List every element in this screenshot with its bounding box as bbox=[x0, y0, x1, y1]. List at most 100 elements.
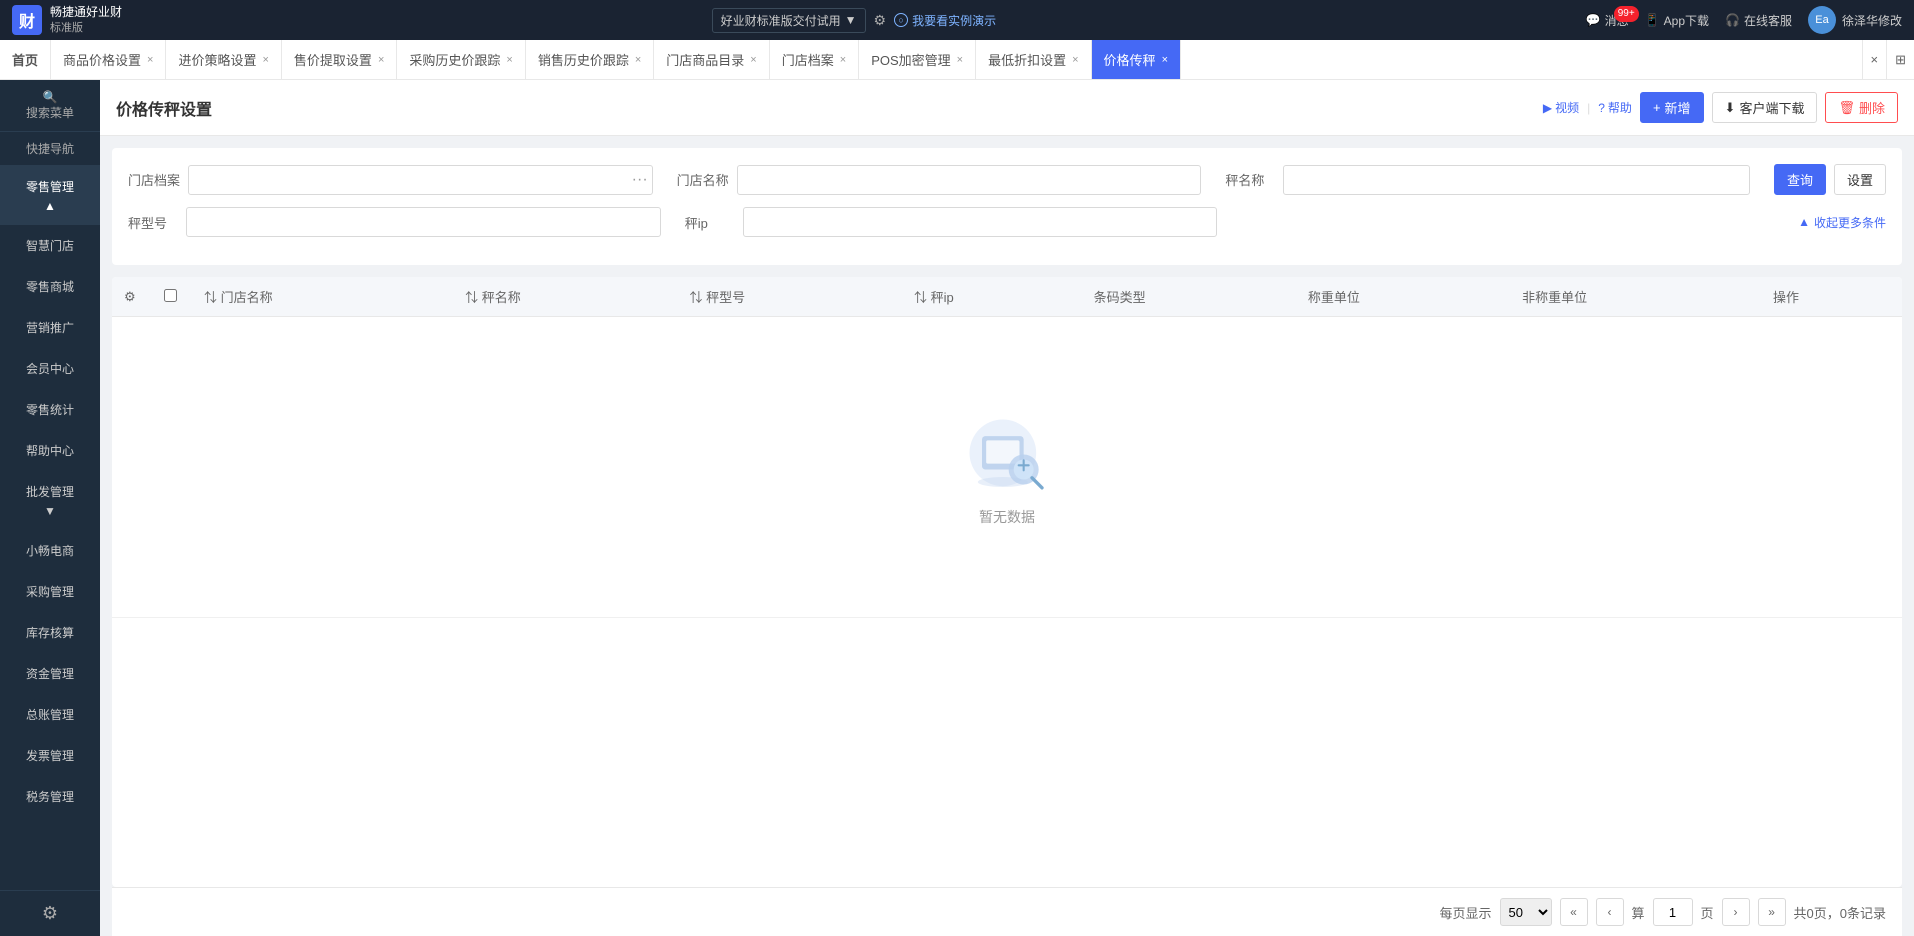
sidebar-item-member[interactable]: 会员中心 bbox=[0, 348, 100, 389]
tab-store-profile[interactable]: 门店档案 × bbox=[770, 40, 859, 80]
question-icon: ? bbox=[1598, 101, 1605, 115]
settings-btn[interactable]: 设置 bbox=[1834, 164, 1886, 195]
sidebar-item-help[interactable]: 帮助中心 bbox=[0, 430, 100, 471]
data-table-wrap: ⚙ ⇅ 门店名称 ⇅ 秤名称 ⇅ 秤型号 ⇅ 秤ip 条码类型 称重单位 非称重… bbox=[112, 277, 1902, 887]
scale-name-input[interactable] bbox=[1283, 165, 1750, 195]
scale-ip-input[interactable] bbox=[743, 207, 1218, 237]
delete-button[interactable]: 🗑 删除 bbox=[1825, 92, 1898, 123]
collapse-button[interactable]: ▲ 收起更多条件 bbox=[1798, 214, 1886, 231]
close-icon[interactable]: × bbox=[957, 54, 963, 66]
close-icon[interactable]: × bbox=[1162, 54, 1168, 66]
tab-home[interactable]: 首页 bbox=[0, 40, 51, 80]
th-scale-ip: ⇅ 秤ip bbox=[902, 277, 1082, 317]
scale-model-input[interactable] bbox=[186, 207, 661, 237]
plus-icon: + bbox=[1653, 100, 1661, 115]
tab-sale-history[interactable]: 销售历史价跟踪 × bbox=[526, 40, 654, 80]
page-header: 价格传秤设置 ▶ 视频 | ? 帮助 + 新增 ⬇ 客户端下载 bbox=[100, 80, 1914, 136]
sidebar: 🔍 搜索菜单 快捷导航 零售管理 ▲ 智慧门店 零售商城 营销推广 会员中心 零… bbox=[0, 80, 100, 936]
help-link[interactable]: ? 帮助 bbox=[1598, 99, 1632, 116]
sidebar-item-retail-mall[interactable]: 零售商城 bbox=[0, 266, 100, 307]
close-all-button[interactable]: × bbox=[1862, 40, 1887, 80]
close-icon[interactable]: × bbox=[1072, 54, 1078, 66]
sidebar-item-retail[interactable]: 零售管理 ▲ bbox=[0, 166, 100, 225]
close-all-icon: × bbox=[1871, 52, 1879, 67]
th-checkbox[interactable] bbox=[152, 277, 192, 317]
tab-min-discount[interactable]: 最低折扣设置 × bbox=[976, 40, 1091, 80]
form-item-store-profile: 门店档案 ··· bbox=[128, 165, 653, 195]
download-button[interactable]: ⬇ 客户端下载 bbox=[1712, 92, 1818, 123]
message-icon: 💬 bbox=[1586, 13, 1601, 27]
table-header: ⚙ ⇅ 门店名称 ⇅ 秤名称 ⇅ 秤型号 ⇅ 秤ip 条码类型 称重单位 非称重… bbox=[112, 277, 1902, 317]
th-gear[interactable]: ⚙ bbox=[112, 277, 152, 317]
online-service-button[interactable]: 🎧 在线客服 bbox=[1725, 12, 1792, 29]
app-download-button[interactable]: 📱 App下载 bbox=[1645, 12, 1709, 29]
add-button[interactable]: + 新增 bbox=[1640, 92, 1704, 123]
store-profile-input[interactable] bbox=[189, 166, 628, 194]
ellipsis-button[interactable]: ··· bbox=[628, 171, 652, 189]
version-dropdown[interactable]: 好业财标准版交付试用 ▼ bbox=[712, 8, 866, 33]
content-area: 价格传秤设置 ▶ 视频 | ? 帮助 + 新增 ⬇ 客户端下载 bbox=[100, 80, 1914, 936]
avatar: Ea bbox=[1808, 6, 1836, 34]
settings-icon: ⚙ bbox=[42, 903, 58, 923]
sidebar-search[interactable]: 🔍 搜索菜单 bbox=[0, 80, 100, 132]
close-icon[interactable]: × bbox=[506, 54, 512, 66]
sidebar-item-invoice[interactable]: 发票管理 bbox=[0, 735, 100, 776]
scale-ip-label: 秤ip bbox=[685, 213, 735, 232]
sidebar-item-inventory[interactable]: 库存核算 bbox=[0, 612, 100, 653]
form-item-store-name: 门店名称 bbox=[677, 165, 1202, 195]
close-icon[interactable]: × bbox=[378, 54, 384, 66]
settings-icon[interactable]: ⚙ bbox=[874, 12, 887, 29]
sidebar-quick-nav[interactable]: 快捷导航 bbox=[0, 132, 100, 166]
page-actions: ▶ 视频 | ? 帮助 + 新增 ⬇ 客户端下载 🗑 删除 bbox=[1543, 92, 1898, 123]
sidebar-item-ledger[interactable]: 总账管理 bbox=[0, 694, 100, 735]
video-link[interactable]: ▶ 视频 bbox=[1543, 99, 1579, 116]
select-all-checkbox[interactable] bbox=[164, 289, 177, 302]
mobile-icon: 📱 bbox=[1645, 13, 1660, 27]
close-icon[interactable]: × bbox=[750, 54, 756, 66]
chevron-up-icon: ▲ bbox=[1798, 215, 1810, 229]
circle-icon: ○ bbox=[894, 13, 908, 27]
play-icon: ▶ bbox=[1543, 101, 1552, 115]
first-page-button[interactable]: « bbox=[1560, 898, 1588, 926]
sidebar-item-smart-store[interactable]: 智慧门店 bbox=[0, 225, 100, 266]
tab-product-price[interactable]: 商品价格设置 × bbox=[51, 40, 166, 80]
message-button[interactable]: 💬 消息 99+ bbox=[1586, 12, 1629, 29]
demo-link[interactable]: ○ 我要看实例演示 bbox=[894, 12, 996, 29]
tab-sale-price[interactable]: 售价提取设置 × bbox=[282, 40, 397, 80]
close-icon[interactable]: × bbox=[840, 54, 846, 66]
tab-pos-encrypt[interactable]: POS加密管理 × bbox=[859, 40, 976, 80]
sidebar-settings-button[interactable]: ⚙ bbox=[0, 890, 100, 936]
last-page-button[interactable]: » bbox=[1758, 898, 1786, 926]
tab-purchase-history[interactable]: 采购历史价跟踪 × bbox=[397, 40, 525, 80]
sidebar-item-tax[interactable]: 税务管理 bbox=[0, 776, 100, 817]
th-scale-name: ⇅ 秤名称 bbox=[453, 277, 677, 317]
close-icon[interactable]: × bbox=[635, 54, 641, 66]
th-operation: 操作 bbox=[1761, 277, 1902, 317]
tab-purchase-strategy[interactable]: 进价策略设置 × bbox=[166, 40, 281, 80]
query-button[interactable]: 查询 bbox=[1774, 164, 1826, 195]
arrow-down-icon: ▼ bbox=[44, 504, 56, 518]
trash-icon: 🗑 bbox=[1838, 100, 1855, 116]
sidebar-item-ecommerce[interactable]: 小畅电商 bbox=[0, 530, 100, 571]
tab-price-scale[interactable]: 价格传秤 × bbox=[1092, 40, 1181, 80]
sidebar-item-finance[interactable]: 资金管理 bbox=[0, 653, 100, 694]
next-page-button[interactable]: › bbox=[1722, 898, 1750, 926]
search-icon: 🔍 bbox=[43, 90, 58, 104]
top-bar-right: 💬 消息 99+ 📱 App下载 🎧 在线客服 Ea 徐泽华修改 bbox=[1586, 6, 1902, 34]
sidebar-item-marketing[interactable]: 营销推广 bbox=[0, 307, 100, 348]
store-name-input[interactable] bbox=[737, 165, 1202, 195]
tab-store-catalog[interactable]: 门店商品目录 × bbox=[654, 40, 769, 80]
page-size-select[interactable]: 50 10 20 100 bbox=[1500, 898, 1552, 926]
top-bar: 财 畅捷通好业财 标准版 好业财标准版交付试用 ▼ ⚙ ○ 我要看实例演示 💬 … bbox=[0, 0, 1914, 40]
close-icon[interactable]: × bbox=[147, 54, 153, 66]
empty-state: 暂无数据 bbox=[124, 327, 1890, 607]
sidebar-item-purchase[interactable]: 采购管理 bbox=[0, 571, 100, 612]
page-number-input[interactable] bbox=[1653, 898, 1693, 926]
user-button[interactable]: Ea 徐泽华修改 bbox=[1808, 6, 1902, 34]
close-icon[interactable]: × bbox=[262, 54, 268, 66]
form-item-scale-model: 秤型号 bbox=[128, 207, 661, 237]
prev-page-button[interactable]: ‹ bbox=[1596, 898, 1624, 926]
sidebar-item-wholesale[interactable]: 批发管理 ▼ bbox=[0, 471, 100, 530]
sidebar-item-retail-stats[interactable]: 零售统计 bbox=[0, 389, 100, 430]
expand-tabs-button[interactable]: ⊞ bbox=[1886, 40, 1914, 80]
